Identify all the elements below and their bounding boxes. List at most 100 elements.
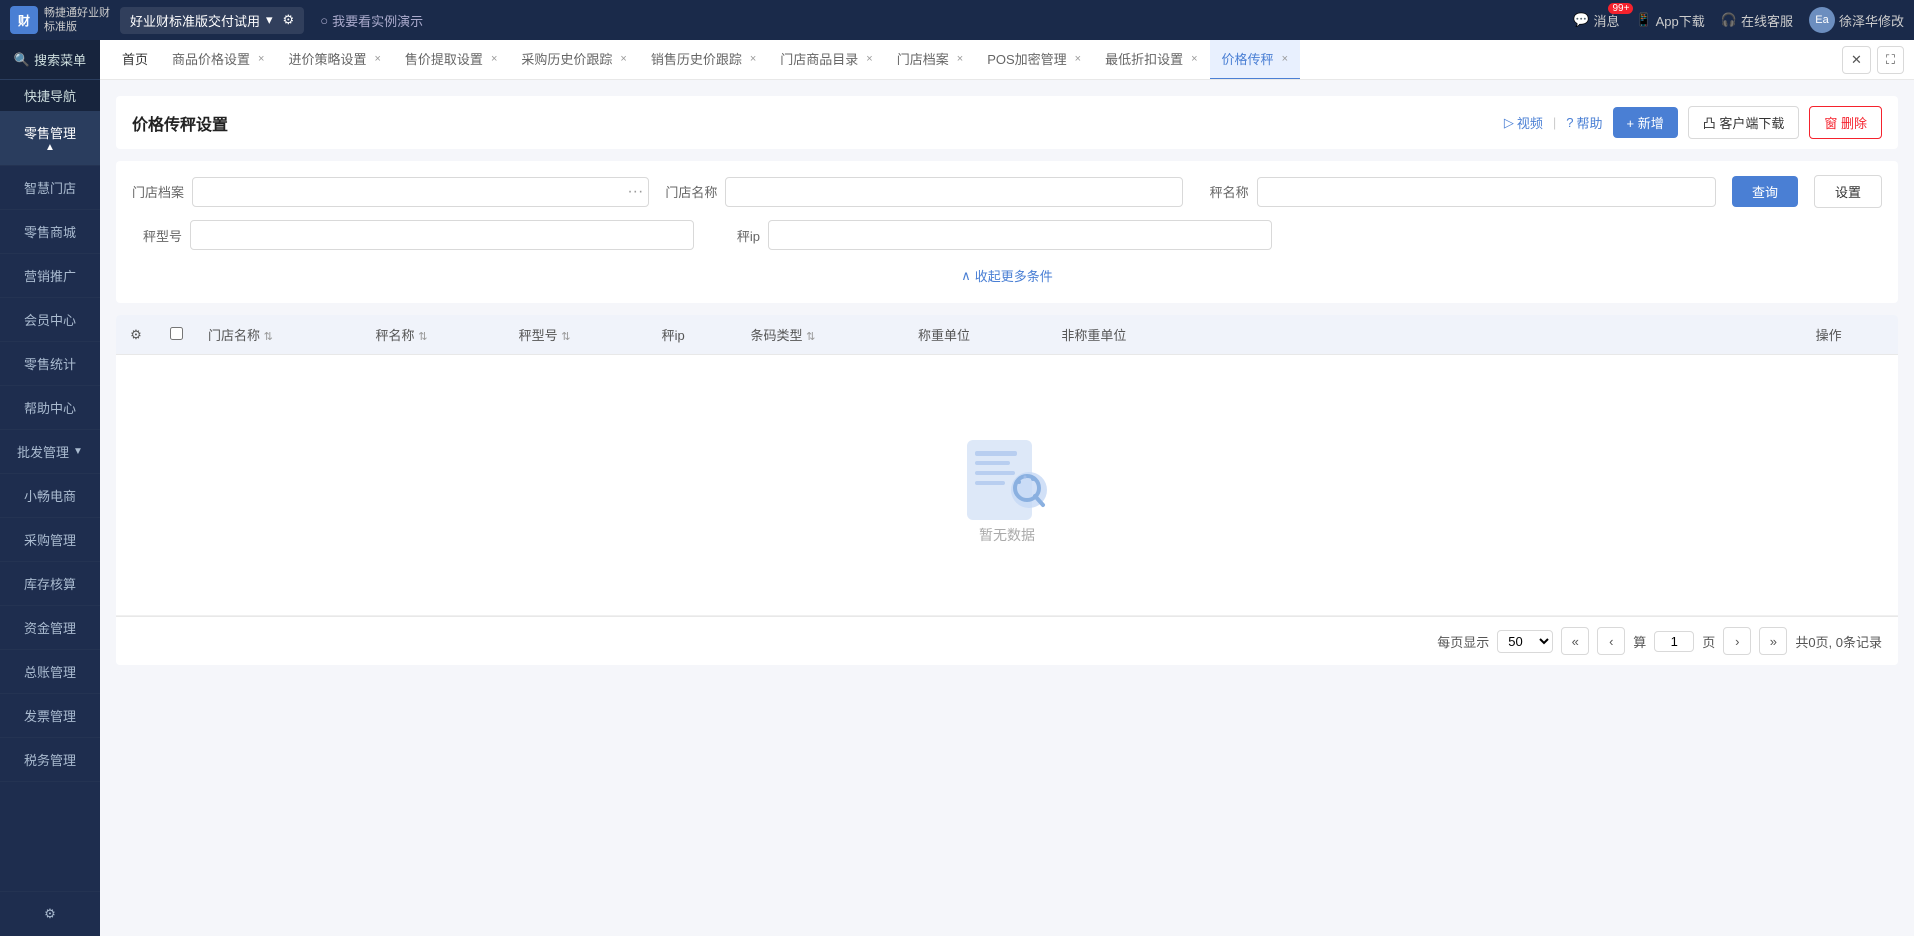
main-layout: 🔍 搜索菜单 快捷导航 零售管理 ▲ 智慧门店 零售商城 营销推广 会员中心 bbox=[0, 40, 1914, 936]
avatar: Ea bbox=[1809, 7, 1835, 33]
tab-pos-encrypt[interactable]: POS加密管理 × bbox=[975, 40, 1093, 80]
store-name-label: 门店名称 bbox=[665, 182, 717, 201]
sidebar-item-finance[interactable]: 资金管理 bbox=[0, 606, 100, 650]
sidebar-item-retail-stats[interactable]: 零售统计 bbox=[0, 342, 100, 386]
store-archive-dots-icon[interactable]: ··· bbox=[627, 183, 643, 201]
table-body: 暂无数据 bbox=[116, 355, 1898, 616]
select-all-checkbox[interactable] bbox=[170, 327, 183, 340]
sidebar-item-inventory[interactable]: 库存核算 bbox=[0, 562, 100, 606]
tab-close-pos-encrypt[interactable]: × bbox=[1075, 53, 1081, 65]
tab-purchase-strategy[interactable]: 进价策略设置 × bbox=[276, 40, 392, 80]
search-row-1: 门店档案 ··· 门店名称 秤名称 bbox=[132, 175, 1882, 208]
sidebar-item-wholesale[interactable]: 批发管理 ▼ bbox=[0, 430, 100, 474]
tab-close-sale-history[interactable]: × bbox=[750, 53, 756, 65]
sidebar-item-small-ecom[interactable]: 小畅电商 bbox=[0, 474, 100, 518]
sidebar-item-smart-store[interactable]: 智慧门店 bbox=[0, 166, 100, 210]
setting-button[interactable]: 设置 bbox=[1814, 175, 1882, 208]
page-header: 价格传秤设置 ▷ 视频 | ? 帮助 + 新增 bbox=[116, 96, 1898, 149]
user-info[interactable]: Ea 徐泽华修改 bbox=[1809, 7, 1904, 33]
message-icon: 💬 bbox=[1573, 12, 1589, 28]
demo-button[interactable]: ○ 我要看实例演示 bbox=[320, 11, 423, 30]
arrow-down-icon: ▼ bbox=[73, 446, 83, 457]
tab-price-relay[interactable]: 价格传秤 × bbox=[1210, 40, 1300, 80]
download-button[interactable]: 凸 客户端下载 bbox=[1688, 106, 1800, 139]
tab-home[interactable]: 首页 bbox=[110, 40, 160, 80]
table-settings-icon[interactable]: ⚙ bbox=[130, 327, 142, 342]
tab-close-all-button[interactable]: ✕ bbox=[1842, 46, 1871, 74]
store-archive-label: 门店档案 bbox=[132, 182, 184, 201]
sort-barcode-type-icon[interactable]: ⇅ bbox=[806, 331, 815, 343]
scale-name-input[interactable] bbox=[1257, 177, 1716, 207]
tab-min-discount[interactable]: 最低折扣设置 × bbox=[1093, 40, 1209, 80]
help-link[interactable]: ? 帮助 bbox=[1566, 113, 1602, 132]
tab-close-purchase-history[interactable]: × bbox=[620, 53, 626, 65]
tab-close-sale-extract[interactable]: × bbox=[491, 53, 497, 65]
sidebar-item-member[interactable]: 会员中心 bbox=[0, 298, 100, 342]
store-archive-input[interactable] bbox=[192, 177, 649, 207]
scale-model-input[interactable] bbox=[190, 220, 694, 250]
store-archive-input-wrap: ··· bbox=[192, 177, 649, 207]
chevron-down-icon: ▾ bbox=[266, 12, 273, 28]
tab-store-archive[interactable]: 门店档案 × bbox=[885, 40, 975, 80]
tab-close-price-relay[interactable]: × bbox=[1282, 53, 1288, 65]
tab-close-purchase-strategy[interactable]: × bbox=[374, 53, 380, 65]
message-button[interactable]: 💬 消息 99+ bbox=[1573, 11, 1619, 30]
empty-illustration bbox=[947, 425, 1067, 525]
tab-price-setting[interactable]: 商品价格设置 × bbox=[160, 40, 276, 80]
app-icon: 📱 bbox=[1635, 12, 1651, 28]
sidebar-gear-button[interactable]: ⚙ bbox=[0, 891, 100, 936]
empty-text: 暂无数据 bbox=[979, 525, 1035, 545]
delete-button[interactable]: 窗 删除 bbox=[1809, 106, 1882, 139]
tab-expand-button[interactable]: ⛶ bbox=[1877, 46, 1904, 74]
sort-store-name-icon[interactable]: ⇅ bbox=[264, 331, 273, 343]
sidebar: 🔍 搜索菜单 快捷导航 零售管理 ▲ 智慧门店 零售商城 营销推广 会员中心 bbox=[0, 40, 100, 936]
gear-icon[interactable]: ⚙ bbox=[283, 12, 295, 28]
sidebar-quick-nav[interactable]: 快捷导航 bbox=[0, 79, 100, 111]
app-download-button[interactable]: 📱 App下载 bbox=[1635, 11, 1704, 30]
sidebar-search[interactable]: 🔍 搜索菜单 bbox=[0, 40, 100, 79]
search-field-scale-ip: 秤ip bbox=[710, 220, 1272, 250]
page-number-input[interactable] bbox=[1654, 631, 1694, 652]
tab-close-min-discount[interactable]: × bbox=[1191, 53, 1197, 65]
sidebar-item-tax[interactable]: 税务管理 bbox=[0, 738, 100, 782]
sidebar-item-retail-mall[interactable]: 零售商城 bbox=[0, 210, 100, 254]
sort-scale-name-icon[interactable]: ⇅ bbox=[418, 331, 427, 343]
page-header-actions: ▷ 视频 | ? 帮助 + 新增 凸 客户端下载 bbox=[1504, 106, 1882, 139]
search-field-store-name: 门店名称 bbox=[665, 177, 1182, 207]
next-page-button[interactable]: › bbox=[1723, 627, 1751, 655]
tab-close-store-catalog[interactable]: × bbox=[866, 53, 872, 65]
table-container: ⚙ 门店名称 ⇅ bbox=[116, 315, 1898, 616]
version-selector[interactable]: 好业财标准版交付试用 ▾ ⚙ bbox=[120, 7, 304, 34]
video-link[interactable]: ▷ 视频 bbox=[1504, 113, 1543, 132]
sidebar-item-retail[interactable]: 零售管理 ▲ bbox=[0, 111, 100, 166]
online-service-button[interactable]: 🎧 在线客服 bbox=[1721, 11, 1793, 30]
add-button[interactable]: + 新增 bbox=[1613, 107, 1678, 138]
tab-sale-extract[interactable]: 售价提取设置 × bbox=[393, 40, 509, 80]
sidebar-item-help[interactable]: 帮助中心 bbox=[0, 386, 100, 430]
tab-sale-history[interactable]: 销售历史价跟踪 × bbox=[639, 40, 768, 80]
table-area: ⚙ 门店名称 ⇅ bbox=[116, 315, 1898, 665]
page-content: 价格传秤设置 ▷ 视频 | ? 帮助 + 新增 bbox=[100, 80, 1914, 936]
tab-purchase-history[interactable]: 采购历史价跟踪 × bbox=[509, 40, 638, 80]
store-name-input[interactable] bbox=[725, 177, 1182, 207]
page-suffix: 页 bbox=[1702, 632, 1715, 651]
tab-close-price-setting[interactable]: × bbox=[258, 53, 264, 65]
sort-scale-model-icon[interactable]: ⇅ bbox=[561, 331, 570, 343]
sidebar-item-marketing[interactable]: 营销推广 bbox=[0, 254, 100, 298]
scale-ip-input[interactable] bbox=[768, 220, 1272, 250]
tab-store-catalog[interactable]: 门店商品目录 × bbox=[768, 40, 884, 80]
message-badge: 99+ bbox=[1608, 3, 1633, 14]
collapse-button[interactable]: ∧ 收起更多条件 bbox=[132, 262, 1882, 289]
prev-page-button[interactable]: ‹ bbox=[1597, 627, 1625, 655]
empty-state-row: 暂无数据 bbox=[116, 355, 1898, 616]
tab-close-store-archive[interactable]: × bbox=[957, 53, 963, 65]
logo: 财 畅捷通好业财 标准版 bbox=[10, 6, 110, 35]
search-button[interactable]: 查询 bbox=[1732, 176, 1798, 207]
sidebar-item-purchase[interactable]: 采购管理 bbox=[0, 518, 100, 562]
last-page-button[interactable]: » bbox=[1759, 627, 1787, 655]
page-size-select[interactable]: 102050100 bbox=[1497, 630, 1553, 653]
sidebar-item-general-ledger[interactable]: 总账管理 bbox=[0, 650, 100, 694]
first-page-button[interactable]: « bbox=[1561, 627, 1589, 655]
sidebar-item-invoice[interactable]: 发票管理 bbox=[0, 694, 100, 738]
scale-ip-label: 秤ip bbox=[710, 226, 760, 245]
